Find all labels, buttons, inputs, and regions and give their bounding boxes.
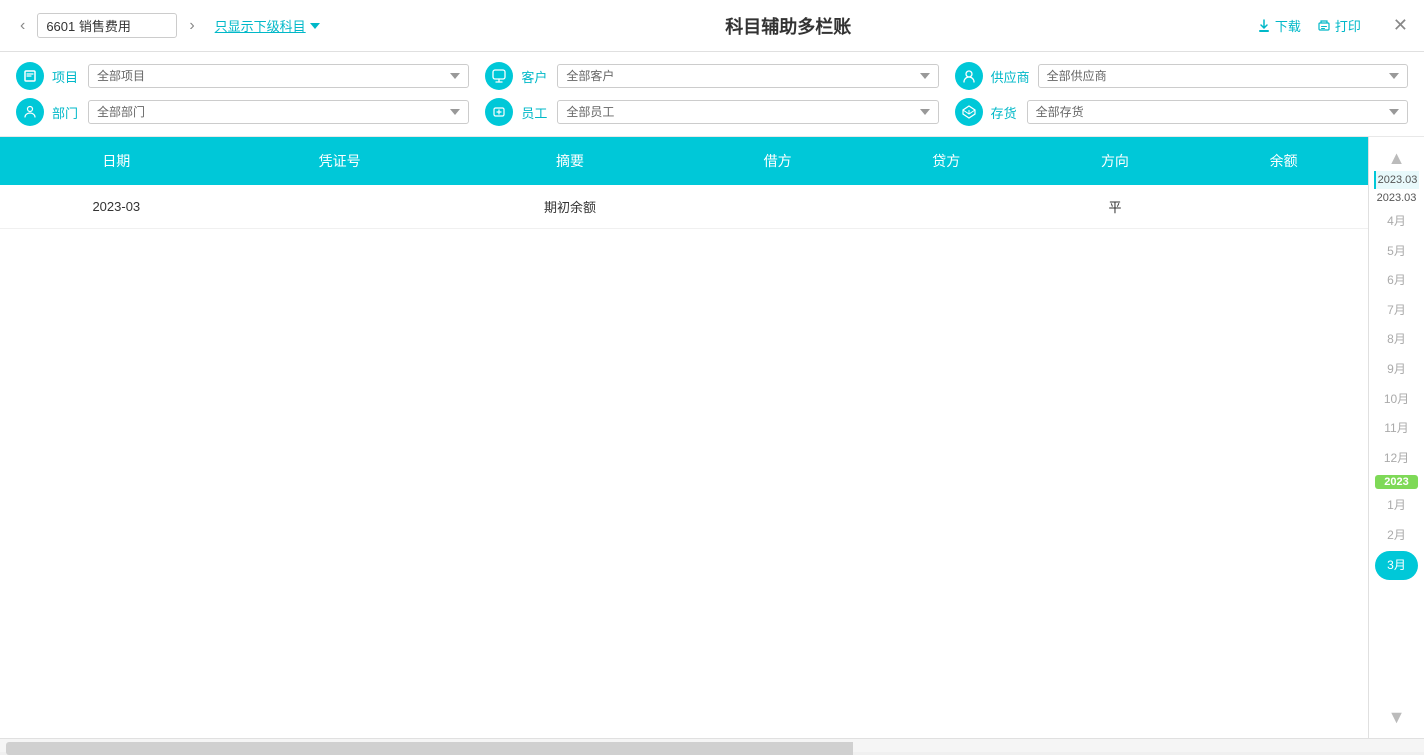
col-voucher: 凭证号 <box>233 137 447 185</box>
department-select[interactable]: 全部部门 <box>88 100 469 124</box>
year-badge-2023[interactable]: 2023 <box>1375 475 1418 489</box>
page-title: 科目辅助多栏账 <box>328 13 1249 39</box>
account-code-input[interactable] <box>37 13 177 38</box>
supplier-label: 供应商 <box>991 67 1030 86</box>
inventory-icon <box>955 98 983 126</box>
month-4[interactable]: 4月 <box>1369 207 1424 237</box>
cell-debit <box>693 185 862 229</box>
filter-department: 部门 全部部门 <box>16 98 469 126</box>
col-credit: 贷方 <box>862 137 1031 185</box>
filter-inventory: 存货 全部存货 <box>955 98 1408 126</box>
table-container: 日期 凭证号 摘要 借方 贷方 方向 余额 2023-03 期初余额 <box>0 137 1368 738</box>
month-1[interactable]: 1月 <box>1369 491 1424 521</box>
next-account-btn[interactable]: › <box>185 15 198 37</box>
filter-project: 项目 全部项目 <box>16 62 469 90</box>
department-label: 部门 <box>52 103 80 122</box>
col-direction: 方向 <box>1031 137 1200 185</box>
right-panel: ▲ 2023.03 2023.03 4月 5月 6月 7月 8月 9月 10月 … <box>1368 137 1424 738</box>
filter-bar: 项目 全部项目 客户 全部客户 供应商 全部供应商 <box>0 52 1424 137</box>
download-icon <box>1257 19 1271 33</box>
supplier-select[interactable]: 全部供应商 <box>1038 64 1408 88</box>
col-date: 日期 <box>0 137 233 185</box>
download-btn[interactable]: 下载 <box>1257 16 1301 35</box>
employee-label: 员工 <box>521 103 549 122</box>
cell-summary: 期初余额 <box>447 185 694 229</box>
month-10[interactable]: 10月 <box>1369 385 1424 415</box>
show-sub-dropdown[interactable]: 只显示下级科目 <box>215 16 320 35</box>
month-5[interactable]: 5月 <box>1369 237 1424 267</box>
main-window: ‹ › 只显示下级科目 科目辅助多栏账 下载 打印 ✕ 项目 <box>0 0 1424 752</box>
print-icon <box>1317 19 1331 33</box>
col-debit: 借方 <box>693 137 862 185</box>
customer-select[interactable]: 全部客户 <box>557 64 938 88</box>
filter-employee: 员工 全部员工 <box>485 98 938 126</box>
table-row: 2023-03 期初余额 平 <box>0 185 1368 229</box>
month-6[interactable]: 6月 <box>1369 266 1424 296</box>
top-bar: ‹ › 只显示下级科目 科目辅助多栏账 下载 打印 ✕ <box>0 0 1424 52</box>
month-9[interactable]: 9月 <box>1369 355 1424 385</box>
month-8[interactable]: 8月 <box>1369 325 1424 355</box>
project-label: 项目 <box>52 67 80 86</box>
filter-customer: 客户 全部客户 <box>485 62 938 90</box>
supplier-icon <box>955 62 983 90</box>
month-11[interactable]: 11月 <box>1369 414 1424 444</box>
close-btn[interactable]: ✕ <box>1393 15 1408 36</box>
inventory-select[interactable]: 全部存货 <box>1027 100 1408 124</box>
panel-down-btn[interactable]: ▼ <box>1384 704 1410 730</box>
show-sub-label-text: 只显示下级科目 <box>215 16 306 35</box>
employee-select[interactable]: 全部员工 <box>557 100 938 124</box>
project-select[interactable]: 全部项目 <box>88 64 469 88</box>
customer-icon <box>485 62 513 90</box>
month-12[interactable]: 12月 <box>1369 444 1424 474</box>
top-actions: 下载 打印 ✕ <box>1257 15 1408 36</box>
month-7[interactable]: 7月 <box>1369 296 1424 326</box>
inventory-label: 存货 <box>991 103 1019 122</box>
print-btn[interactable]: 打印 <box>1317 16 1361 35</box>
chevron-down-icon <box>310 23 320 29</box>
month-3-active[interactable]: 3月 <box>1375 551 1418 581</box>
department-icon <box>16 98 44 126</box>
panel-up-btn[interactable]: ▲ <box>1384 145 1410 171</box>
prev-account-btn[interactable]: ‹ <box>16 15 29 37</box>
cell-credit <box>862 185 1031 229</box>
cell-direction: 平 <box>1031 185 1200 229</box>
cell-balance <box>1199 185 1368 229</box>
bottom-scrollbar[interactable] <box>0 738 1424 752</box>
month-2[interactable]: 2月 <box>1369 521 1424 551</box>
cell-date: 2023-03 <box>0 185 233 229</box>
ledger-table: 日期 凭证号 摘要 借方 贷方 方向 余额 2023-03 期初余额 <box>0 137 1368 229</box>
cell-voucher <box>233 185 447 229</box>
col-summary: 摘要 <box>447 137 694 185</box>
project-icon <box>16 62 44 90</box>
customer-label: 客户 <box>521 67 549 86</box>
period-selected-1[interactable]: 2023.03 <box>1374 171 1420 189</box>
employee-icon <box>485 98 513 126</box>
period-selected-2[interactable]: 2023.03 <box>1375 189 1419 207</box>
filter-supplier: 供应商 全部供应商 <box>955 62 1408 90</box>
col-balance: 余额 <box>1199 137 1368 185</box>
